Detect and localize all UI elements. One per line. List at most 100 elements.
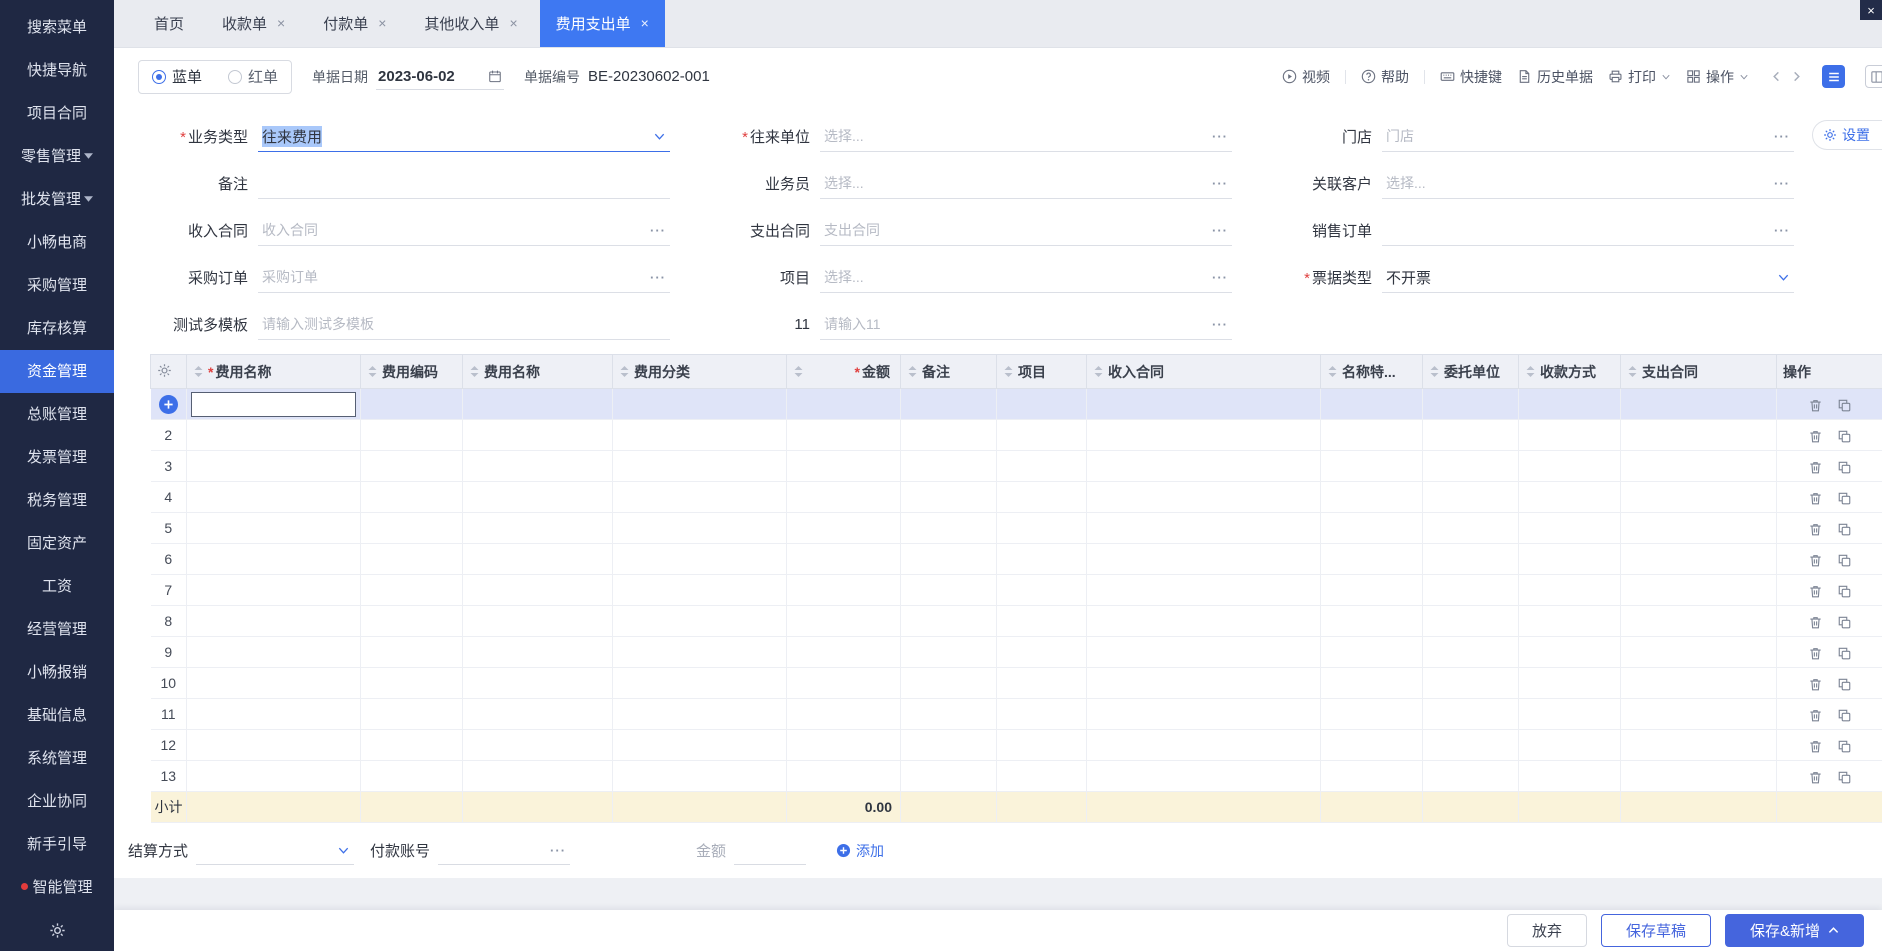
field-input[interactable]: 选择... ··· — [1382, 169, 1794, 199]
grid-cell[interactable] — [462, 729, 613, 762]
copy-row-icon[interactable] — [1837, 398, 1852, 413]
sidebar-item-20[interactable]: 智能管理 — [0, 866, 114, 909]
copy-row-icon[interactable] — [1837, 770, 1852, 785]
grid-cell[interactable]: 9 — [150, 636, 187, 669]
grid-cell[interactable] — [900, 698, 997, 731]
column-header[interactable]: 费用名称 — [462, 354, 613, 390]
sidebar-item-12[interactable]: 固定资产 — [0, 522, 114, 565]
grid-cell[interactable] — [900, 388, 997, 421]
delete-row-icon[interactable] — [1808, 491, 1823, 506]
grid-cell[interactable] — [1086, 481, 1321, 514]
grid-cell[interactable] — [360, 760, 463, 793]
calendar-icon[interactable] — [488, 69, 502, 83]
column-header[interactable]: 支出合同 — [1620, 354, 1777, 390]
copy-row-icon[interactable] — [1837, 429, 1852, 444]
grid-cell[interactable]: 11 — [150, 698, 187, 731]
close-tab-icon[interactable]: × — [509, 16, 517, 30]
delete-row-icon[interactable] — [1808, 708, 1823, 723]
grid-cell[interactable] — [1620, 698, 1777, 731]
sidebar-item-15[interactable]: 小畅报销 — [0, 651, 114, 694]
grid-cell[interactable] — [1518, 667, 1621, 700]
grid-cell[interactable] — [1620, 636, 1777, 669]
toolbar-action-keyboard[interactable]: 快捷键 — [1440, 67, 1502, 87]
grid-cell[interactable] — [1320, 543, 1423, 576]
grid-cell[interactable] — [1518, 481, 1621, 514]
grid-cell[interactable]: 3 — [150, 450, 187, 483]
grid-cell[interactable] — [1620, 760, 1777, 793]
grid-cell[interactable] — [1320, 512, 1423, 545]
sidebar-item-10[interactable]: 发票管理 — [0, 436, 114, 479]
grid-cell[interactable] — [1086, 419, 1321, 452]
grid-cell[interactable]: 12 — [150, 729, 187, 762]
delete-row-icon[interactable] — [1808, 677, 1823, 692]
grid-cell[interactable] — [786, 481, 901, 514]
column-header[interactable]: 委托单位 — [1422, 354, 1519, 390]
grid-cell[interactable] — [1776, 667, 1882, 700]
grid-cell[interactable] — [1620, 574, 1777, 607]
layout-button[interactable] — [1865, 65, 1882, 89]
sidebar-item-18[interactable]: 企业协同 — [0, 780, 114, 823]
grid-cell[interactable] — [1776, 760, 1882, 793]
grid-cell[interactable]: 2 — [150, 419, 187, 452]
grid-cell[interactable] — [1086, 543, 1321, 576]
date-input[interactable]: 2023-06-02 — [376, 64, 505, 90]
grid-cell[interactable] — [612, 698, 787, 731]
grid-cell[interactable] — [786, 760, 901, 793]
toolbar-action-grid[interactable]: 操作 — [1686, 67, 1749, 87]
grid-cell[interactable] — [1422, 605, 1519, 638]
next-document-icon[interactable] — [1791, 71, 1802, 82]
grid-cell[interactable] — [1086, 729, 1321, 762]
grid-cell[interactable] — [1422, 760, 1519, 793]
sidebar-item-5[interactable]: 小畅电商 — [0, 221, 114, 264]
blue-form-radio[interactable]: 蓝单 — [139, 66, 215, 87]
grid-cell[interactable] — [1620, 419, 1777, 452]
grid-cell[interactable] — [360, 543, 463, 576]
grid-cell[interactable] — [462, 450, 613, 483]
grid-cell[interactable] — [1320, 760, 1423, 793]
grid-cell[interactable] — [612, 605, 787, 638]
picker-ellipsis-icon[interactable]: ··· — [1212, 270, 1228, 285]
grid-cell[interactable] — [900, 574, 997, 607]
grid-cell[interactable] — [462, 574, 613, 607]
grid-cell[interactable] — [1422, 698, 1519, 731]
copy-row-icon[interactable] — [1837, 708, 1852, 723]
grid-cell[interactable] — [1518, 698, 1621, 731]
grid-cell[interactable] — [786, 729, 901, 762]
grid-cell[interactable] — [612, 574, 787, 607]
grid-cell[interactable]: 4 — [150, 481, 187, 514]
grid-cell[interactable] — [1776, 450, 1882, 483]
copy-row-icon[interactable] — [1837, 553, 1852, 568]
grid-cell[interactable] — [186, 481, 361, 514]
copy-row-icon[interactable] — [1837, 522, 1852, 537]
grid-cell[interactable] — [1422, 574, 1519, 607]
delete-row-icon[interactable] — [1808, 460, 1823, 475]
toolbar-action-printer[interactable]: 打印 — [1608, 67, 1671, 87]
grid-cell[interactable] — [996, 605, 1087, 638]
copy-row-icon[interactable] — [1837, 584, 1852, 599]
close-tab-icon[interactable]: × — [641, 16, 649, 30]
delete-row-icon[interactable] — [1808, 584, 1823, 599]
prev-document-icon[interactable] — [1771, 71, 1782, 82]
grid-cell[interactable] — [1320, 698, 1423, 731]
column-header[interactable]: 费用编码 — [360, 354, 463, 390]
save-and-new-button[interactable]: 保存&新增 — [1724, 914, 1864, 948]
payment-amount-input[interactable] — [734, 837, 807, 865]
grid-cell[interactable] — [360, 698, 463, 731]
payment-account-input[interactable]: ··· — [438, 837, 571, 865]
grid-cell[interactable] — [1776, 481, 1882, 514]
grid-cell[interactable] — [900, 760, 997, 793]
grid-cell[interactable] — [1086, 574, 1321, 607]
grid-cell[interactable] — [786, 419, 901, 452]
grid-cell[interactable] — [1776, 388, 1882, 421]
grid-cell[interactable] — [612, 760, 787, 793]
column-header[interactable]: 备注 — [900, 354, 997, 390]
copy-row-icon[interactable] — [1837, 739, 1852, 754]
sidebar-item-16[interactable]: 基础信息 — [0, 694, 114, 737]
close-tab-icon[interactable]: × — [277, 16, 285, 30]
grid-cell[interactable] — [1320, 574, 1423, 607]
grid-cell[interactable] — [186, 729, 361, 762]
grid-cell[interactable] — [900, 419, 997, 452]
grid-cell[interactable] — [1518, 605, 1621, 638]
delete-row-icon[interactable] — [1808, 522, 1823, 537]
field-input[interactable]: 支出合同 ··· — [820, 216, 1232, 246]
